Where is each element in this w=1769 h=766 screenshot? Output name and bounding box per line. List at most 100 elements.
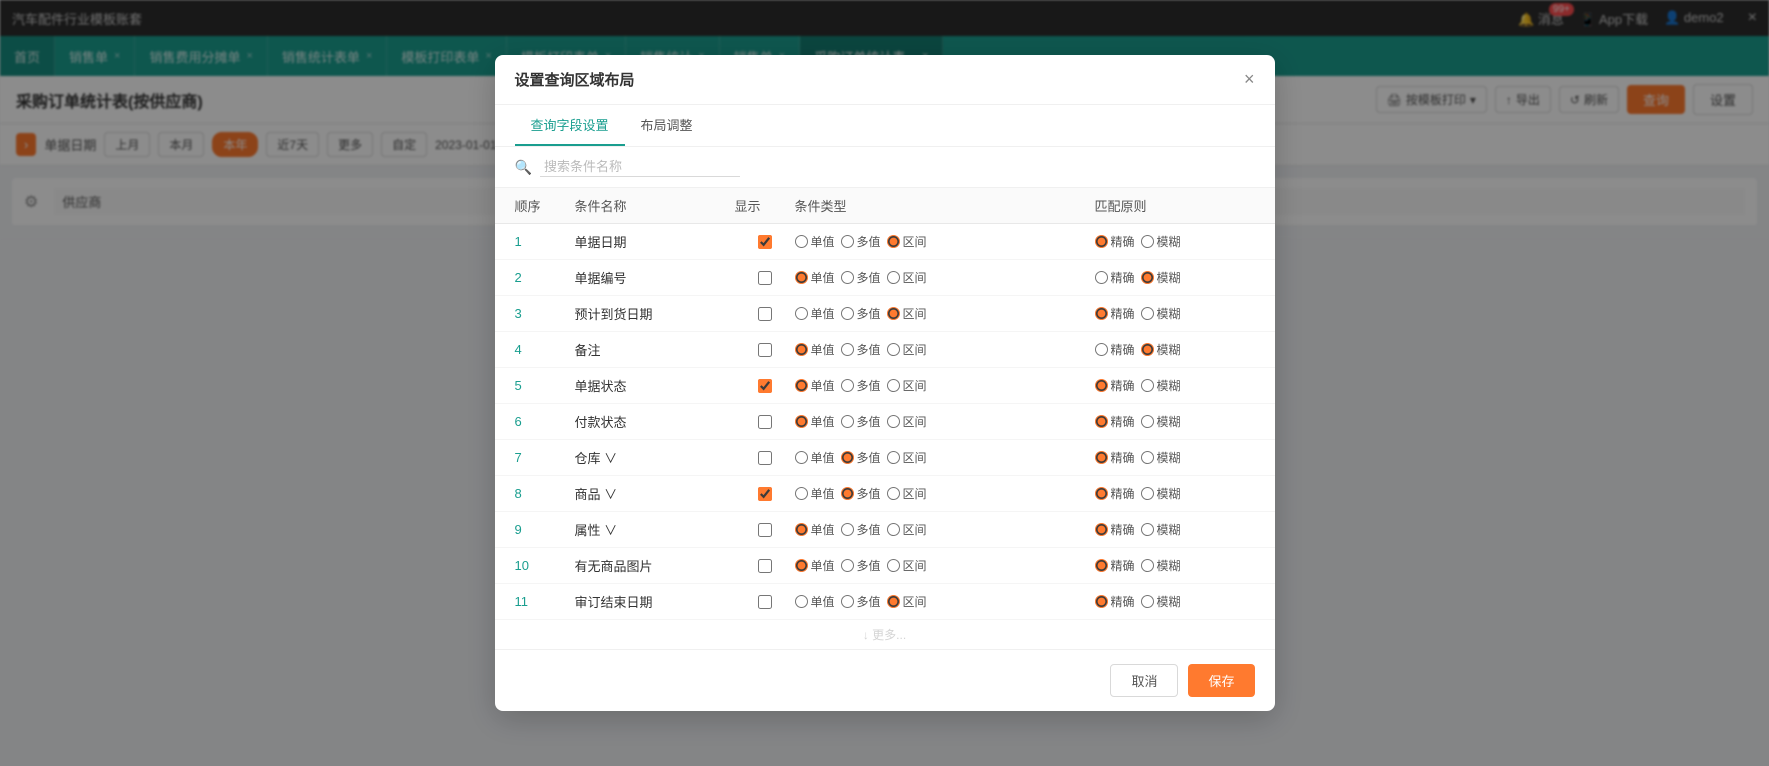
- type-option-多值-8[interactable]: 多值: [841, 521, 881, 538]
- match-radio-精确-7[interactable]: [1095, 487, 1108, 500]
- type-radio-多值-1[interactable]: [841, 271, 854, 284]
- display-checkbox-9[interactable]: [758, 559, 772, 573]
- display-checkbox-1[interactable]: [758, 271, 772, 285]
- match-radio-精确-10[interactable]: [1095, 595, 1108, 608]
- type-option-单值-5[interactable]: 单值: [795, 413, 835, 430]
- match-radio-模糊-9[interactable]: [1141, 559, 1154, 572]
- match-radio-精确-4[interactable]: [1095, 379, 1108, 392]
- type-option-单值-6[interactable]: 单值: [795, 449, 835, 466]
- type-radio-区间-3[interactable]: [887, 343, 900, 356]
- display-checkbox-4[interactable]: [758, 379, 772, 393]
- match-radio-精确-3[interactable]: [1095, 343, 1108, 356]
- type-option-单值-0[interactable]: 单值: [795, 233, 835, 250]
- type-radio-多值-8[interactable]: [841, 523, 854, 536]
- display-checkbox-10[interactable]: [758, 595, 772, 609]
- display-checkbox-3[interactable]: [758, 343, 772, 357]
- match-radio-精确-8[interactable]: [1095, 523, 1108, 536]
- type-radio-区间-6[interactable]: [887, 451, 900, 464]
- dialog-tab-layout[interactable]: 布局调整: [625, 105, 709, 146]
- match-option-精确-1[interactable]: 精确: [1095, 269, 1135, 286]
- cancel-btn[interactable]: 取消: [1110, 664, 1178, 697]
- type-option-单值-3[interactable]: 单值: [795, 341, 835, 358]
- type-option-区间-0[interactable]: 区间: [887, 233, 927, 250]
- type-option-单值-2[interactable]: 单值: [795, 305, 835, 322]
- type-option-单值-8[interactable]: 单值: [795, 521, 835, 538]
- type-radio-单值-8[interactable]: [795, 523, 808, 536]
- match-option-模糊-6[interactable]: 模糊: [1141, 449, 1181, 466]
- type-option-多值-10[interactable]: 多值: [841, 593, 881, 610]
- type-radio-多值-2[interactable]: [841, 307, 854, 320]
- match-option-模糊-3[interactable]: 模糊: [1141, 341, 1181, 358]
- match-radio-精确-2[interactable]: [1095, 307, 1108, 320]
- type-option-区间-9[interactable]: 区间: [887, 557, 927, 574]
- type-radio-单值-10[interactable]: [795, 595, 808, 608]
- dialog-close-btn[interactable]: ×: [1244, 69, 1255, 90]
- type-radio-单值-4[interactable]: [795, 379, 808, 392]
- type-option-多值-6[interactable]: 多值: [841, 449, 881, 466]
- type-radio-区间-4[interactable]: [887, 379, 900, 392]
- match-option-模糊-10[interactable]: 模糊: [1141, 593, 1181, 610]
- type-option-单值-1[interactable]: 单值: [795, 269, 835, 286]
- type-radio-多值-10[interactable]: [841, 595, 854, 608]
- type-radio-单值-2[interactable]: [795, 307, 808, 320]
- type-radio-区间-7[interactable]: [887, 487, 900, 500]
- match-option-精确-9[interactable]: 精确: [1095, 557, 1135, 574]
- type-option-多值-4[interactable]: 多值: [841, 377, 881, 394]
- type-radio-单值-6[interactable]: [795, 451, 808, 464]
- type-option-单值-10[interactable]: 单值: [795, 593, 835, 610]
- dialog-tab-query-fields[interactable]: 查询字段设置: [515, 105, 625, 146]
- type-radio-区间-9[interactable]: [887, 559, 900, 572]
- type-radio-单值-7[interactable]: [795, 487, 808, 500]
- match-option-精确-5[interactable]: 精确: [1095, 413, 1135, 430]
- type-radio-单值-0[interactable]: [795, 235, 808, 248]
- display-checkbox-5[interactable]: [758, 415, 772, 429]
- match-radio-精确-9[interactable]: [1095, 559, 1108, 572]
- search-input[interactable]: [540, 157, 740, 177]
- type-radio-多值-7[interactable]: [841, 487, 854, 500]
- display-checkbox-7[interactable]: [758, 487, 772, 501]
- type-radio-区间-2[interactable]: [887, 307, 900, 320]
- match-option-模糊-0[interactable]: 模糊: [1141, 233, 1181, 250]
- match-radio-精确-5[interactable]: [1095, 415, 1108, 428]
- match-option-精确-0[interactable]: 精确: [1095, 233, 1135, 250]
- match-option-精确-3[interactable]: 精确: [1095, 341, 1135, 358]
- type-radio-单值-3[interactable]: [795, 343, 808, 356]
- match-radio-模糊-10[interactable]: [1141, 595, 1154, 608]
- display-checkbox-6[interactable]: [758, 451, 772, 465]
- type-option-多值-1[interactable]: 多值: [841, 269, 881, 286]
- type-radio-区间-5[interactable]: [887, 415, 900, 428]
- type-radio-多值-0[interactable]: [841, 235, 854, 248]
- type-option-多值-0[interactable]: 多值: [841, 233, 881, 250]
- type-option-区间-5[interactable]: 区间: [887, 413, 927, 430]
- match-radio-模糊-3[interactable]: [1141, 343, 1154, 356]
- type-radio-区间-1[interactable]: [887, 271, 900, 284]
- type-option-多值-3[interactable]: 多值: [841, 341, 881, 358]
- match-option-模糊-4[interactable]: 模糊: [1141, 377, 1181, 394]
- match-option-精确-10[interactable]: 精确: [1095, 593, 1135, 610]
- match-radio-精确-0[interactable]: [1095, 235, 1108, 248]
- match-radio-模糊-1[interactable]: [1141, 271, 1154, 284]
- type-option-多值-2[interactable]: 多值: [841, 305, 881, 322]
- match-option-模糊-1[interactable]: 模糊: [1141, 269, 1181, 286]
- type-option-区间-10[interactable]: 区间: [887, 593, 927, 610]
- type-option-区间-2[interactable]: 区间: [887, 305, 927, 322]
- match-option-模糊-2[interactable]: 模糊: [1141, 305, 1181, 322]
- match-option-精确-4[interactable]: 精确: [1095, 377, 1135, 394]
- match-radio-模糊-7[interactable]: [1141, 487, 1154, 500]
- type-radio-区间-10[interactable]: [887, 595, 900, 608]
- type-option-单值-7[interactable]: 单值: [795, 485, 835, 502]
- match-radio-模糊-5[interactable]: [1141, 415, 1154, 428]
- type-radio-多值-5[interactable]: [841, 415, 854, 428]
- match-option-精确-7[interactable]: 精确: [1095, 485, 1135, 502]
- match-radio-模糊-0[interactable]: [1141, 235, 1154, 248]
- match-option-模糊-7[interactable]: 模糊: [1141, 485, 1181, 502]
- match-option-精确-6[interactable]: 精确: [1095, 449, 1135, 466]
- type-option-区间-8[interactable]: 区间: [887, 521, 927, 538]
- display-checkbox-2[interactable]: [758, 307, 772, 321]
- match-option-精确-2[interactable]: 精确: [1095, 305, 1135, 322]
- type-radio-多值-6[interactable]: [841, 451, 854, 464]
- display-checkbox-0[interactable]: [758, 235, 772, 249]
- type-radio-单值-9[interactable]: [795, 559, 808, 572]
- type-radio-区间-8[interactable]: [887, 523, 900, 536]
- type-radio-单值-5[interactable]: [795, 415, 808, 428]
